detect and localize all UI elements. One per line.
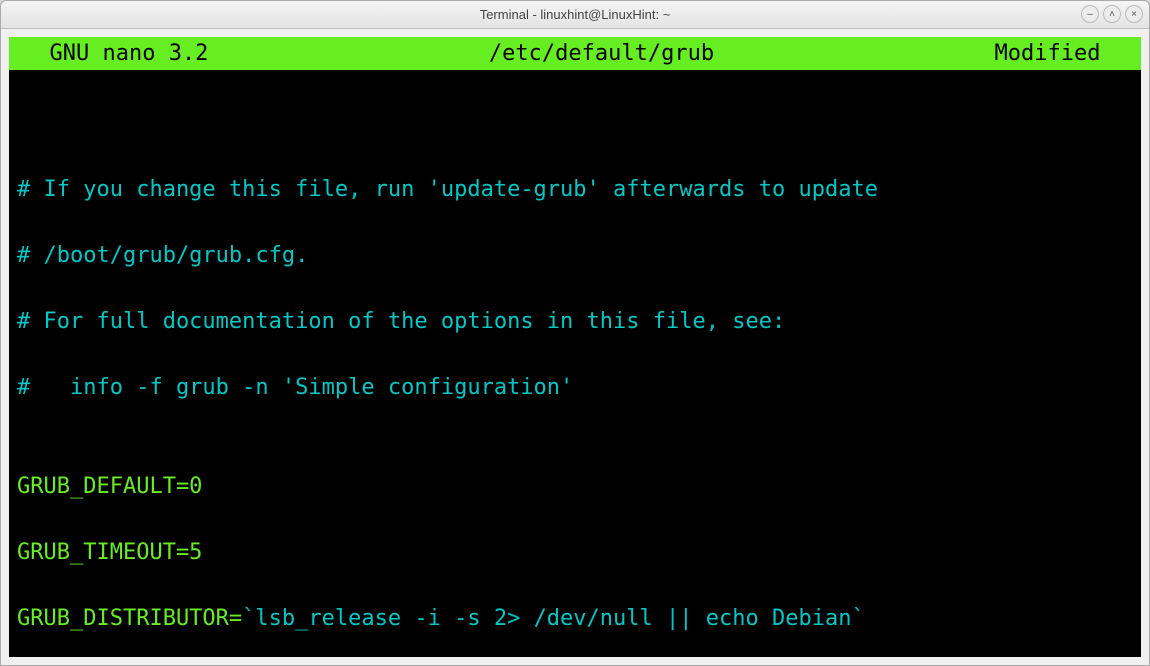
editor-line: # For full documentation of the options … xyxy=(17,305,1133,338)
editor-line: GRUB_DISTRIBUTOR=`lsb_release -i -s 2> /… xyxy=(17,602,1133,635)
editor-line: # info -f grub -n 'Simple configuration' xyxy=(17,371,1133,404)
editor-line xyxy=(17,107,1133,140)
editor-line: GRUB_TIMEOUT=5 xyxy=(17,536,1133,569)
editor-line: # /boot/grub/grub.cfg. xyxy=(17,239,1133,272)
nano-filename: /etc/default/grub xyxy=(208,37,994,70)
window-title: Terminal - linuxhint@LinuxHint: ~ xyxy=(480,7,671,22)
terminal-area[interactable]: GNU nano 3.2 /etc/default/grub Modified … xyxy=(9,37,1141,657)
nano-header: GNU nano 3.2 /etc/default/grub Modified xyxy=(9,37,1141,70)
editor-line: GRUB_DEFAULT=0 xyxy=(17,470,1133,503)
minimize-button[interactable]: ‒ xyxy=(1081,5,1099,23)
close-button[interactable]: × xyxy=(1125,5,1143,23)
nano-app-version: GNU nano 3.2 xyxy=(23,37,208,70)
editor-line: # If you change this file, run 'update-g… xyxy=(17,173,1133,206)
terminal-window: Terminal - linuxhint@LinuxHint: ~ ‒ ˄ × … xyxy=(0,0,1150,666)
window-controls: ‒ ˄ × xyxy=(1081,5,1143,23)
titlebar: Terminal - linuxhint@LinuxHint: ~ ‒ ˄ × xyxy=(1,1,1149,29)
nano-status: Modified xyxy=(995,37,1127,70)
editor-content[interactable]: # If you change this file, run 'update-g… xyxy=(9,70,1141,657)
maximize-button[interactable]: ˄ xyxy=(1103,5,1121,23)
